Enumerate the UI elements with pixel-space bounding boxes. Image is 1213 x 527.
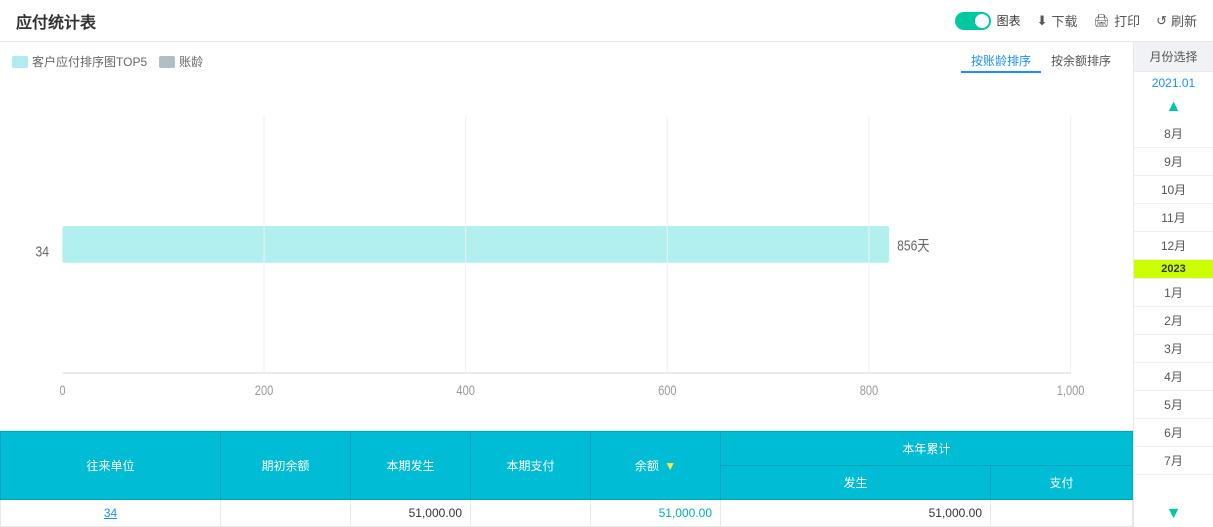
refresh-button[interactable]: ↺ 刷新 — [1156, 11, 1197, 30]
toggle-thumb — [975, 14, 989, 28]
print-button[interactable]: 🖨 打印 — [1094, 11, 1141, 30]
download-icon: ⬇ — [1037, 13, 1048, 29]
sort-buttons: 按账龄排序 按余额排序 — [961, 50, 1121, 73]
cell-current-occur: 51,000.00 — [351, 500, 471, 527]
month-item-8[interactable]: 8月 — [1134, 120, 1213, 148]
cell-vendor[interactable]: 34 — [1, 500, 221, 527]
svg-text:0: 0 — [59, 383, 65, 398]
sort-by-balance-btn[interactable]: 按账龄排序 — [961, 50, 1041, 73]
svg-text:856天: 856天 — [897, 237, 929, 253]
legend-color-1 — [12, 56, 28, 68]
svg-text:400: 400 — [456, 383, 475, 398]
legend-label-2: 账龄 — [179, 53, 203, 70]
balance-icon: ▼ — [664, 459, 676, 473]
app-header: 应付统计表 图表 ⬇ 下载 🖨 打印 ↺ 刷新 — [0, 0, 1213, 42]
sort-by-amount-btn[interactable]: 按余额排序 — [1041, 50, 1121, 73]
month-item-3[interactable]: 3月 — [1134, 335, 1213, 363]
month-sidebar: 月份选择 ▲ 8月 9月 10月 11月 12月 2023 1月 2月 3月 4… — [1133, 42, 1213, 527]
col-current-pay: 本期支付 — [471, 432, 591, 500]
bar-chart: 34 856天 0 200 400 600 800 1,000 — [12, 79, 1121, 422]
cell-balance: 51,000.00 — [591, 500, 721, 527]
col-ytd-occur: 发生 — [721, 466, 991, 500]
year-marker-2023: 2023 — [1134, 260, 1213, 279]
toggle-label: 图表 — [997, 12, 1021, 29]
month-item-10[interactable]: 10月 — [1134, 176, 1213, 204]
sidebar-header: 月份选择 — [1134, 42, 1213, 72]
month-item-9[interactable]: 9月 — [1134, 148, 1213, 176]
main-area: 客户应付排序图TOP5 账龄 按账龄排序 按余额排序 34 — [0, 42, 1213, 527]
col-current-occur: 本期发生 — [351, 432, 471, 500]
header-actions: 图表 ⬇ 下载 🖨 打印 ↺ 刷新 — [955, 11, 1197, 30]
col-opening: 期初余额 — [221, 432, 351, 500]
cell-current-pay — [471, 500, 591, 527]
scroll-up-arrow[interactable]: ▲ — [1134, 94, 1213, 120]
cell-ytd-occur: 51,000.00 — [721, 500, 991, 527]
table-header-row-1: 往来单位 期初余额 本期发生 本期支付 余额 ▼ 本年累计 — [1, 432, 1133, 466]
refresh-icon: ↺ — [1156, 13, 1167, 29]
year-selector[interactable] — [1134, 72, 1213, 94]
svg-text:1,000: 1,000 — [1057, 383, 1085, 398]
print-icon: 🖨 — [1094, 13, 1111, 29]
cell-ytd-pay — [991, 500, 1133, 527]
legend-label-1: 客户应付排序图TOP5 — [32, 53, 147, 70]
sidebar-content: 月份选择 ▲ 8月 9月 10月 11月 12月 2023 1月 2月 3月 4… — [1134, 42, 1213, 527]
cell-opening — [221, 500, 351, 527]
svg-text:200: 200 — [255, 383, 274, 398]
col-ytd: 本年累计 — [721, 432, 1133, 466]
month-item-4[interactable]: 4月 — [1134, 363, 1213, 391]
download-button[interactable]: ⬇ 下载 — [1037, 11, 1078, 30]
toggle-track — [955, 12, 991, 30]
month-item-5[interactable]: 5月 — [1134, 391, 1213, 419]
month-item-6[interactable]: 6月 — [1134, 419, 1213, 447]
svg-text:34: 34 — [36, 244, 50, 260]
month-item-12[interactable]: 12月 — [1134, 232, 1213, 260]
month-item-1[interactable]: 1月 — [1134, 279, 1213, 307]
chart-toggle[interactable]: 图表 — [955, 12, 1021, 30]
page-title: 应付统计表 — [16, 9, 96, 33]
scroll-down-arrow[interactable]: ▼ — [1134, 501, 1213, 527]
table-section: 往来单位 期初余额 本期发生 本期支付 余额 ▼ 本年累计 — [0, 430, 1133, 527]
table-wrapper: 往来单位 期初余额 本期发生 本期支付 余额 ▼ 本年累计 — [0, 431, 1133, 527]
col-vendor: 往来单位 — [1, 432, 221, 500]
chart-section: 客户应付排序图TOP5 账龄 按账龄排序 按余额排序 34 — [0, 42, 1133, 430]
legend-row: 客户应付排序图TOP5 账龄 按账龄排序 按余额排序 — [12, 50, 1121, 73]
month-item-2[interactable]: 2月 — [1134, 307, 1213, 335]
legend-item-1: 客户应付排序图TOP5 — [12, 53, 147, 70]
table-row: 34 51,000.00 51,000.00 51,000.00 — [1, 500, 1133, 527]
month-item-7[interactable]: 7月 — [1134, 447, 1213, 475]
months-list: 8月 9月 10月 11月 12月 2023 1月 2月 3月 4月 5月 6月… — [1134, 120, 1213, 501]
data-table: 往来单位 期初余额 本期发生 本期支付 余额 ▼ 本年累计 — [0, 431, 1133, 527]
col-ytd-pay: 支付 — [991, 466, 1133, 500]
svg-text:600: 600 — [658, 383, 677, 398]
legend-color-2 — [159, 56, 175, 68]
chart-area: 34 856天 0 200 400 600 800 1,000 — [12, 79, 1121, 422]
legend-item-2: 账龄 — [159, 53, 203, 70]
month-item-11[interactable]: 11月 — [1134, 204, 1213, 232]
col-balance: 余额 ▼ — [591, 432, 721, 500]
svg-text:800: 800 — [860, 383, 879, 398]
